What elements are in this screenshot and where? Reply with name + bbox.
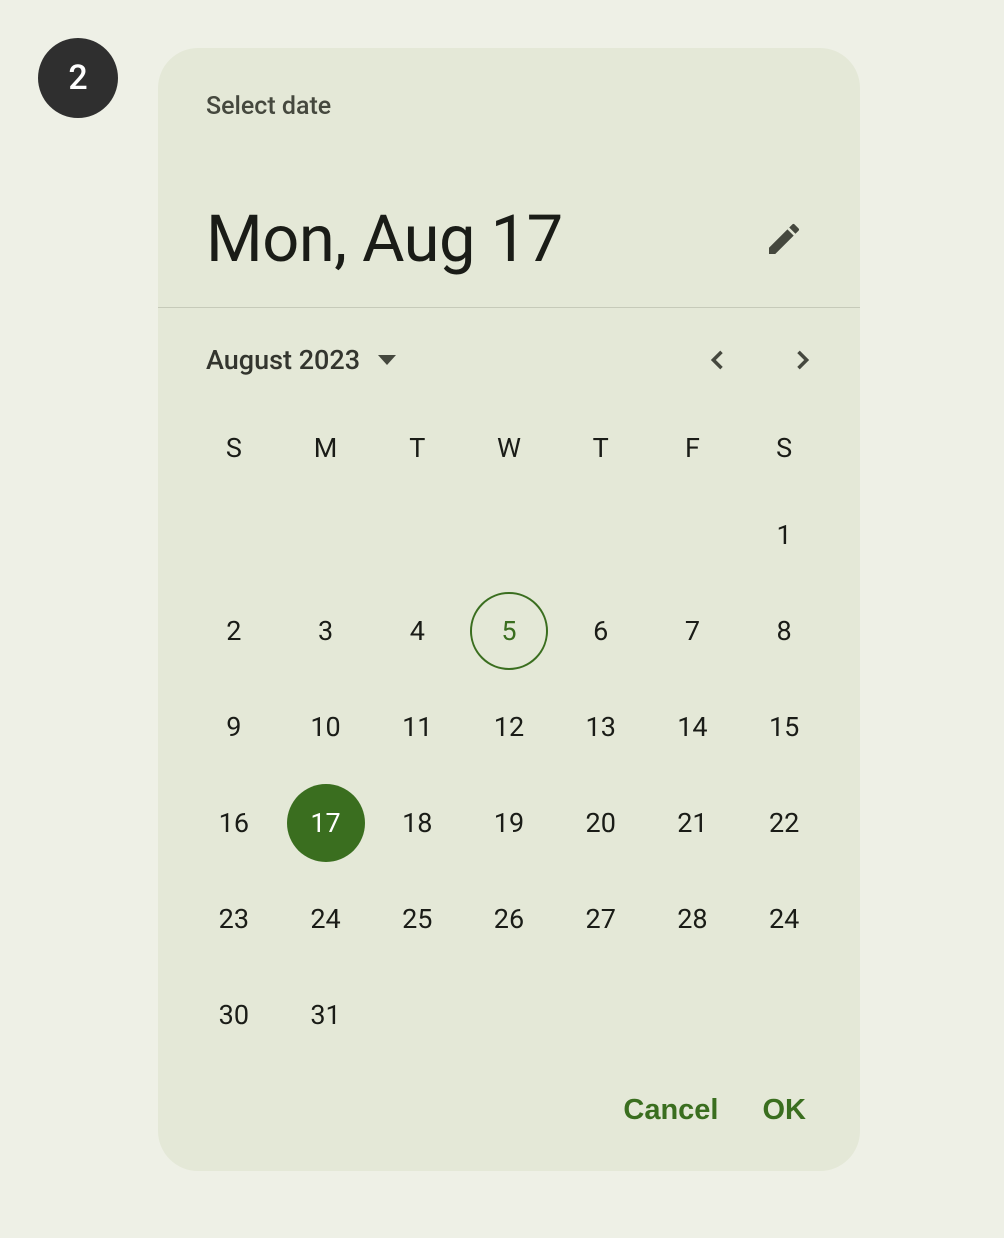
day-8[interactable]: 8: [745, 592, 823, 670]
day-25[interactable]: 25: [378, 880, 456, 958]
month-controls: August 2023: [158, 308, 860, 398]
weekday-thu: T: [555, 418, 647, 478]
day-cell: 20: [555, 784, 647, 862]
day-21[interactable]: 21: [653, 784, 731, 862]
day-cell: [647, 496, 739, 574]
day-cell: 5: [463, 592, 555, 670]
day-18[interactable]: 18: [378, 784, 456, 862]
weekday-mon: M: [280, 418, 372, 478]
edit-button[interactable]: [756, 211, 812, 267]
day-cell: 10: [280, 688, 372, 766]
nav-arrows: [690, 332, 830, 388]
day-31[interactable]: 31: [287, 976, 365, 1054]
day-16[interactable]: 16: [195, 784, 273, 862]
calendar-grid: S M T W T F S 12345678910111213141516171…: [158, 398, 860, 1064]
day-cell: 3: [280, 592, 372, 670]
day-30[interactable]: 30: [195, 976, 273, 1054]
day-10[interactable]: 10: [287, 688, 365, 766]
day-cell: 26: [463, 880, 555, 958]
day-cell: 23: [188, 880, 280, 958]
day-cell: [371, 496, 463, 574]
day-27[interactable]: 27: [562, 880, 640, 958]
day-cell: [555, 496, 647, 574]
day-14[interactable]: 14: [653, 688, 731, 766]
day-cell: 15: [738, 688, 830, 766]
day-cell: 25: [371, 880, 463, 958]
ok-button[interactable]: OK: [763, 1094, 807, 1127]
day-cell: 21: [647, 784, 739, 862]
day-19[interactable]: 19: [470, 784, 548, 862]
day-23[interactable]: 23: [195, 880, 273, 958]
chevron-down-icon: [378, 355, 396, 365]
weekday-sat: S: [738, 418, 830, 478]
pencil-icon: [764, 219, 804, 259]
day-cell: [463, 496, 555, 574]
chevron-right-icon: [788, 346, 816, 374]
day-3[interactable]: 3: [287, 592, 365, 670]
day-28[interactable]: 28: [653, 880, 731, 958]
action-row: Cancel OK: [158, 1064, 860, 1171]
day-cell: 17: [280, 784, 372, 862]
day-cell: 24: [280, 880, 372, 958]
day-cell: 31: [280, 976, 372, 1054]
day-cell: [188, 496, 280, 574]
supporting-text: Select date: [206, 92, 812, 121]
day-13[interactable]: 13: [562, 688, 640, 766]
day-cell: 7: [647, 592, 739, 670]
day-6[interactable]: 6: [562, 592, 640, 670]
day-cell: 24: [738, 880, 830, 958]
day-cell: 14: [647, 688, 739, 766]
day-cell: 2: [188, 592, 280, 670]
weekday-wed: W: [463, 418, 555, 478]
day-cell: 22: [738, 784, 830, 862]
weekday-fri: F: [647, 418, 739, 478]
day-cell: 13: [555, 688, 647, 766]
day-cell: 27: [555, 880, 647, 958]
days-grid: 1234567891011121314151617181920212223242…: [188, 496, 830, 1054]
weekday-tue: T: [371, 418, 463, 478]
day-20[interactable]: 20: [562, 784, 640, 862]
day-cell: 4: [371, 592, 463, 670]
day-cell: 16: [188, 784, 280, 862]
chevron-left-icon: [704, 346, 732, 374]
cancel-button[interactable]: Cancel: [623, 1094, 718, 1127]
day-15[interactable]: 15: [745, 688, 823, 766]
month-dropdown[interactable]: August 2023: [206, 344, 396, 376]
day-9[interactable]: 9: [195, 688, 273, 766]
day-cell: 18: [371, 784, 463, 862]
day-11[interactable]: 11: [378, 688, 456, 766]
next-month-button[interactable]: [774, 332, 830, 388]
headline-row: Mon, Aug 17: [206, 201, 812, 277]
headline-date: Mon, Aug 17: [206, 201, 563, 277]
day-cell: 8: [738, 592, 830, 670]
weekday-row: S M T W T F S: [188, 418, 830, 478]
step-badge: 2: [38, 38, 118, 118]
day-2[interactable]: 2: [195, 592, 273, 670]
day-22[interactable]: 22: [745, 784, 823, 862]
day-5[interactable]: 5: [470, 592, 548, 670]
day-7[interactable]: 7: [653, 592, 731, 670]
day-cell: 30: [188, 976, 280, 1054]
day-cell: 1: [738, 496, 830, 574]
day-24[interactable]: 24: [745, 880, 823, 958]
day-26[interactable]: 26: [470, 880, 548, 958]
day-4[interactable]: 4: [378, 592, 456, 670]
day-cell: 12: [463, 688, 555, 766]
day-cell: 19: [463, 784, 555, 862]
month-label: August 2023: [206, 344, 360, 376]
day-12[interactable]: 12: [470, 688, 548, 766]
day-cell: 11: [371, 688, 463, 766]
day-cell: [280, 496, 372, 574]
date-picker: Select date Mon, Aug 17 August 2023 S: [158, 48, 860, 1171]
day-1[interactable]: 1: [745, 496, 823, 574]
day-cell: 9: [188, 688, 280, 766]
day-17[interactable]: 17: [287, 784, 365, 862]
picker-header: Select date Mon, Aug 17: [158, 48, 860, 308]
weekday-sun: S: [188, 418, 280, 478]
day-cell: 28: [647, 880, 739, 958]
prev-month-button[interactable]: [690, 332, 746, 388]
day-cell: 6: [555, 592, 647, 670]
day-24[interactable]: 24: [287, 880, 365, 958]
